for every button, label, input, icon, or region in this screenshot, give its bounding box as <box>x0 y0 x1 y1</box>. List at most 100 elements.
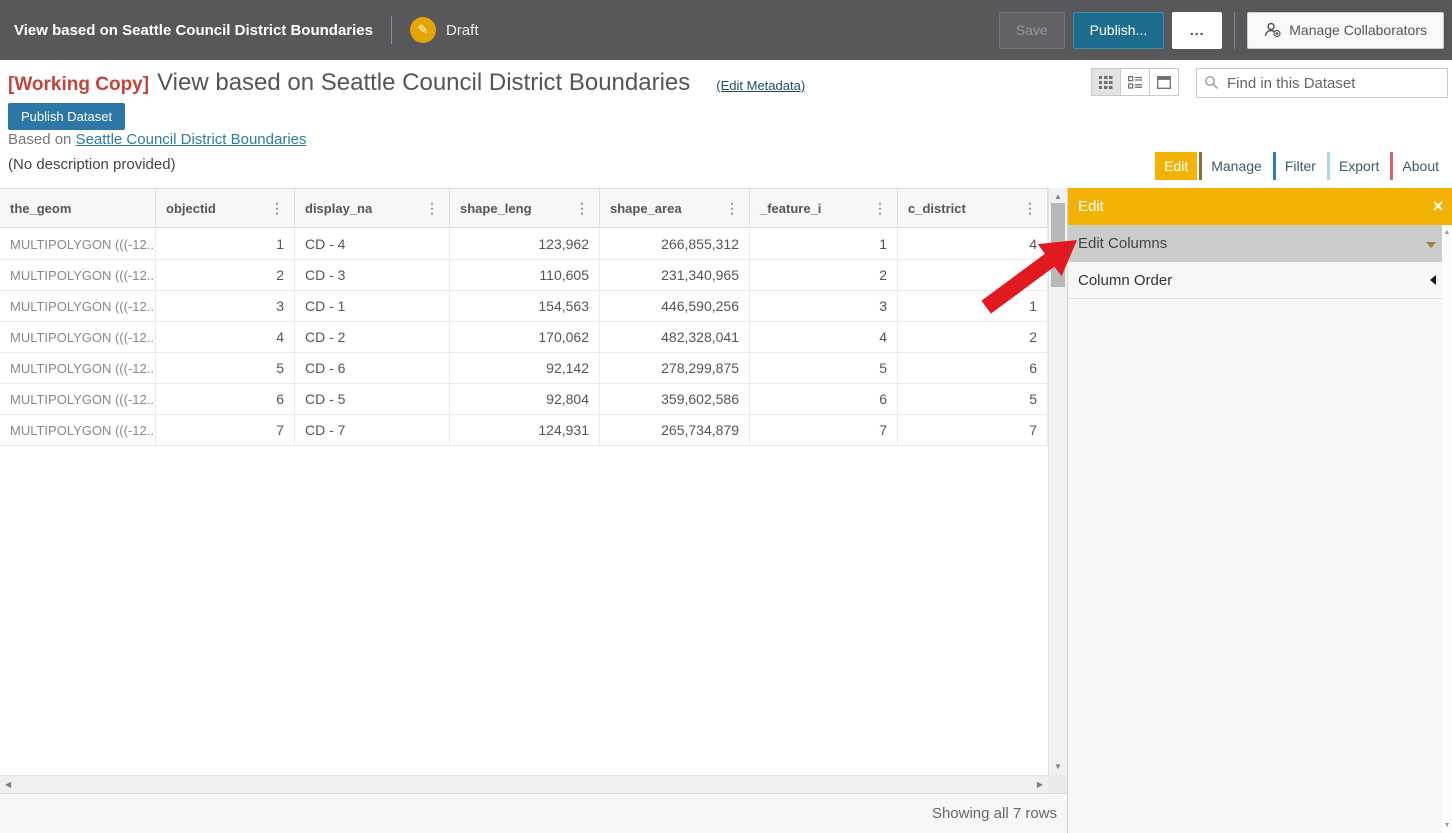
cell-shape_area[interactable]: 446,590,256 <box>600 291 750 321</box>
close-icon[interactable]: ✕ <box>1432 198 1444 215</box>
cell-display_na[interactable]: CD - 2 <box>295 322 450 352</box>
grid-view-button[interactable] <box>1091 68 1121 96</box>
cell-shape_leng[interactable]: 123,962 <box>450 229 600 259</box>
cell-objectid[interactable]: 1 <box>156 229 295 259</box>
cell-shape_leng[interactable]: 92,142 <box>450 353 600 383</box>
cell-objectid[interactable]: 2 <box>156 260 295 290</box>
cell-display_na[interactable]: CD - 7 <box>295 415 450 445</box>
cell-shape_leng[interactable]: 170,062 <box>450 322 600 352</box>
column-header-display_na[interactable]: display_na ⋮ <box>295 189 450 227</box>
column-header-c_district[interactable]: c_district ⋮ <box>898 189 1048 227</box>
based-on-dataset-link[interactable]: Seattle Council District Boundaries <box>76 131 307 148</box>
panel-scrollbar[interactable]: ▲ ▼ <box>1442 225 1452 833</box>
cell-shape_area[interactable]: 265,734,879 <box>600 415 750 445</box>
cell-the_geom[interactable]: MULTIPOLYGON (((-12... <box>0 260 156 290</box>
column-header-shape_leng[interactable]: shape_leng ⋮ <box>450 189 600 227</box>
cell-c_district[interactable]: 5 <box>898 384 1048 414</box>
publish-dataset-button[interactable]: Publish Dataset <box>8 103 126 130</box>
cell-the_geom[interactable]: MULTIPOLYGON (((-12... <box>0 353 156 383</box>
cell-c_district[interactable]: 6 <box>898 353 1048 383</box>
cell-shape_area[interactable]: 359,602,586 <box>600 384 750 414</box>
cell-c_district[interactable]: 2 <box>898 322 1048 352</box>
cell-_feature_i[interactable]: 3 <box>750 291 898 321</box>
manage-collaborators-button[interactable]: Manage Collaborators <box>1247 11 1444 49</box>
cell-shape_area[interactable]: 482,328,041 <box>600 322 750 352</box>
cell-shape_leng[interactable]: 154,563 <box>450 291 600 321</box>
cell-c_district[interactable]: 7 <box>898 415 1048 445</box>
cell-_feature_i[interactable]: 6 <box>750 384 898 414</box>
save-button[interactable]: Save <box>998 11 1065 49</box>
based-on-line: Based on Seattle Council District Bounda… <box>8 131 307 148</box>
scroll-up-icon[interactable]: ▲ <box>1049 192 1067 201</box>
column-menu-icon[interactable]: ⋮ <box>867 200 887 217</box>
column-header-_feature_i[interactable]: _feature_i ⋮ <box>750 189 898 227</box>
column-header-the_geom[interactable]: the_geom <box>0 189 156 227</box>
cell-_feature_i[interactable]: 4 <box>750 322 898 352</box>
cell-display_na[interactable]: CD - 6 <box>295 353 450 383</box>
cell-shape_area[interactable]: 278,299,875 <box>600 353 750 383</box>
panel-scroll-down-icon[interactable]: ▼ <box>1442 822 1452 829</box>
search-icon <box>1204 75 1219 90</box>
search-input[interactable] <box>1196 68 1448 98</box>
cell-_feature_i[interactable]: 2 <box>750 260 898 290</box>
cell-objectid[interactable]: 5 <box>156 353 295 383</box>
cell-shape_leng[interactable]: 110,605 <box>450 260 600 290</box>
page-view-button[interactable] <box>1149 68 1179 96</box>
working-copy-badge: [Working Copy] <box>8 74 150 95</box>
cell-shape_area[interactable]: 231,340,965 <box>600 260 750 290</box>
cell-the_geom[interactable]: MULTIPOLYGON (((-12... <box>0 322 156 352</box>
column-menu-icon[interactable]: ⋮ <box>1017 200 1037 217</box>
find-in-dataset <box>1196 68 1448 98</box>
cell-the_geom[interactable]: MULTIPOLYGON (((-12... <box>0 415 156 445</box>
cell-objectid[interactable]: 3 <box>156 291 295 321</box>
publish-button[interactable]: Publish... <box>1072 11 1165 49</box>
column-menu-icon[interactable]: ⋮ <box>264 200 284 217</box>
cell-_feature_i[interactable]: 7 <box>750 415 898 445</box>
cell-display_na[interactable]: CD - 3 <box>295 260 450 290</box>
scroll-down-icon[interactable]: ▼ <box>1049 762 1067 771</box>
manage-collaborators-label: Manage Collaborators <box>1289 22 1427 38</box>
column-name: c_district <box>908 200 966 216</box>
panel-item-column-order[interactable]: Column Order <box>1068 262 1452 299</box>
panel-item-edit-columns[interactable]: Edit Columns <box>1068 225 1452 262</box>
more-actions-button[interactable]: ... <box>1172 11 1223 49</box>
tab-manage[interactable]: Manage <box>1199 152 1271 180</box>
list-view-button[interactable] <box>1120 68 1150 96</box>
column-header-objectid[interactable]: objectid ⋮ <box>156 189 295 227</box>
window-title: View based on Seattle Council District B… <box>14 21 373 39</box>
cell-shape_area[interactable]: 266,855,312 <box>600 229 750 259</box>
scroll-right-icon[interactable]: ▶ <box>1037 780 1043 789</box>
cell-objectid[interactable]: 7 <box>156 415 295 445</box>
cell-objectid[interactable]: 6 <box>156 384 295 414</box>
tab-about[interactable]: About <box>1390 152 1448 180</box>
cell-shape_leng[interactable]: 92,804 <box>450 384 600 414</box>
cell-display_na[interactable]: CD - 4 <box>295 229 450 259</box>
vertical-scrollbar[interactable]: ▲ ▼ <box>1048 188 1067 775</box>
cell-display_na[interactable]: CD - 1 <box>295 291 450 321</box>
cell-_feature_i[interactable]: 1 <box>750 229 898 259</box>
cell-c_district[interactable]: 3 <box>898 260 1048 290</box>
tab-export[interactable]: Export <box>1326 152 1389 180</box>
column-menu-icon[interactable]: ⋮ <box>419 200 439 217</box>
panel-scroll-up-icon[interactable]: ▲ <box>1442 229 1452 236</box>
cell-objectid[interactable]: 4 <box>156 322 295 352</box>
cell-shape_leng[interactable]: 124,931 <box>450 415 600 445</box>
scroll-left-icon[interactable]: ◀ <box>5 780 11 789</box>
cell-the_geom[interactable]: MULTIPOLYGON (((-12... <box>0 229 156 259</box>
cell-_feature_i[interactable]: 5 <box>750 353 898 383</box>
cell-the_geom[interactable]: MULTIPOLYGON (((-12... <box>0 291 156 321</box>
column-menu-icon[interactable]: ⋮ <box>719 200 739 217</box>
cell-c_district[interactable]: 1 <box>898 291 1048 321</box>
column-header-shape_area[interactable]: shape_area ⋮ <box>600 189 750 227</box>
cell-the_geom[interactable]: MULTIPOLYGON (((-12... <box>0 384 156 414</box>
horizontal-scrollbar[interactable]: ◀ ▶ <box>0 775 1048 793</box>
column-name: shape_leng <box>460 200 532 216</box>
vertical-scrollbar-thumb[interactable] <box>1051 203 1065 287</box>
tab-edit[interactable]: Edit <box>1155 152 1198 180</box>
cell-c_district[interactable]: 4 <box>898 229 1048 259</box>
tab-filter[interactable]: Filter <box>1272 152 1325 180</box>
column-menu-icon[interactable]: ⋮ <box>569 200 589 217</box>
edit-metadata-link[interactable]: (Edit Metadata) <box>716 78 805 93</box>
grid-view-icon <box>1099 75 1113 89</box>
cell-display_na[interactable]: CD - 5 <box>295 384 450 414</box>
